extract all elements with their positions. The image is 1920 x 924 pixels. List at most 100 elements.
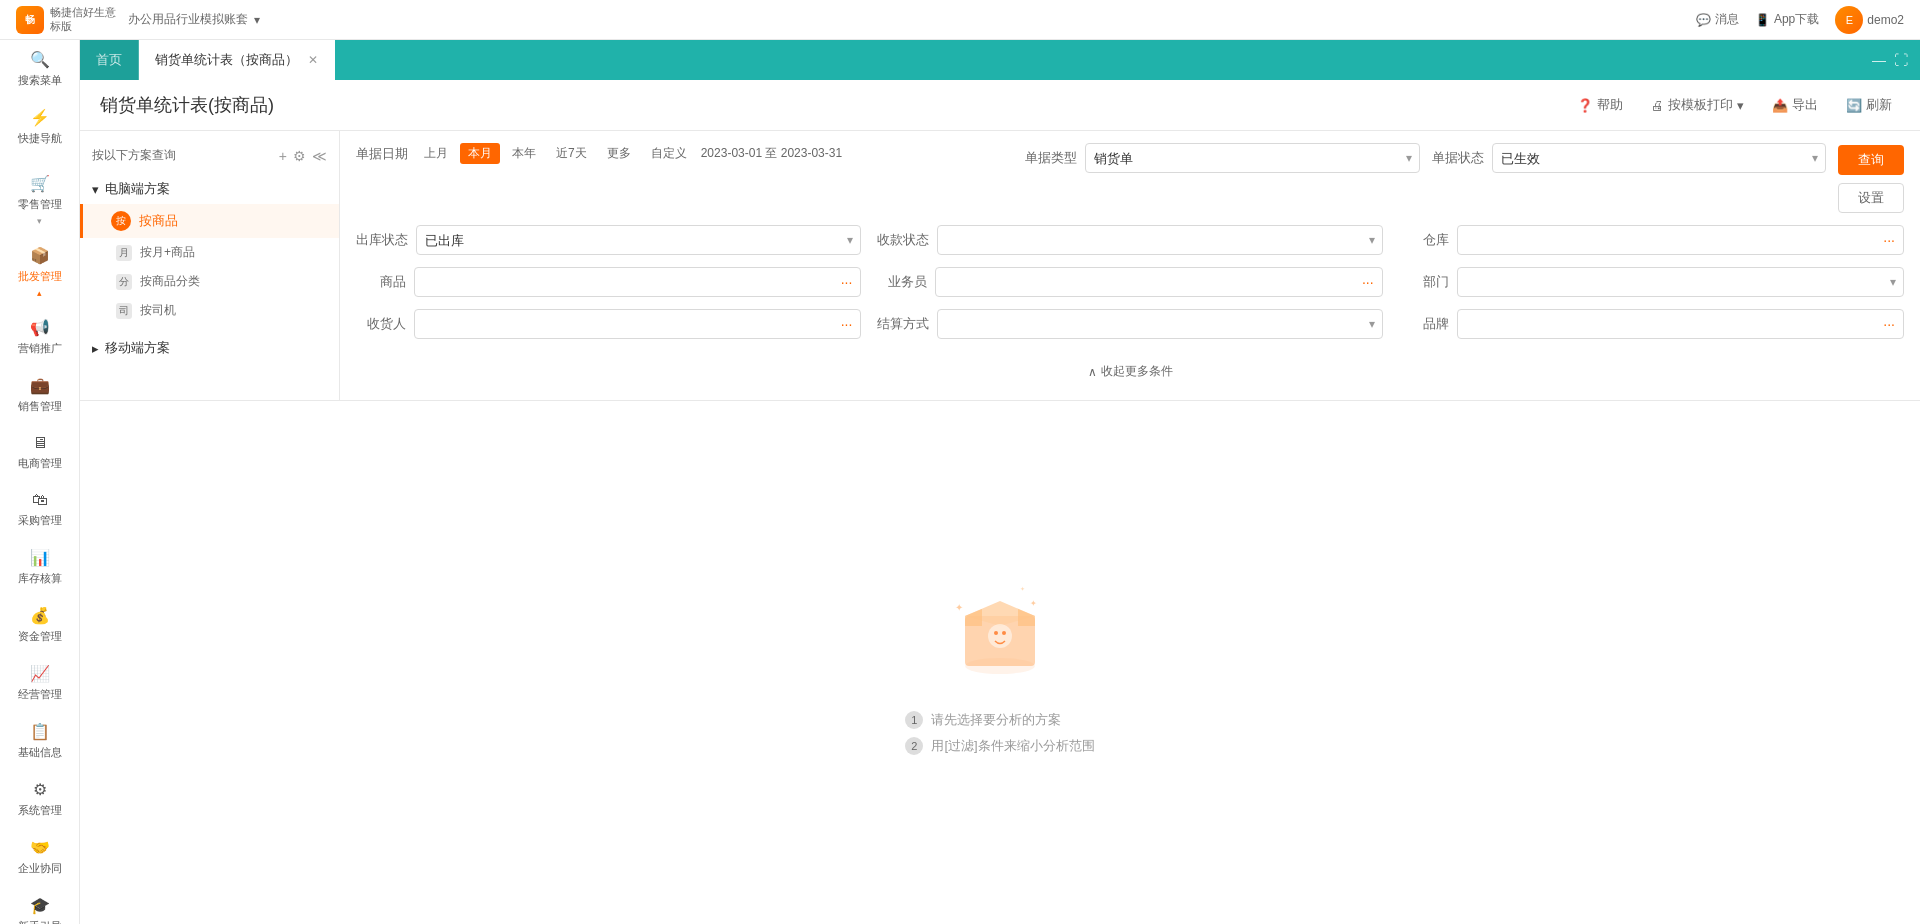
salesperson-control[interactable]: ··· [935,267,1382,297]
sidebar-item-purchase[interactable]: 🛍 采购管理 [0,481,79,538]
tip-text-2: 用[过滤]条件来缩小分析范围 [931,737,1094,755]
breadcrumb-chevron [254,13,260,27]
sidebar-label-sales: 销售管理 [18,399,62,414]
scheme-group-pc-header[interactable]: ▾ 电脑端方案 [80,174,339,204]
sidebar-item-quick[interactable]: ⚡ 快捷导航 [0,98,79,156]
sidebar-item-ecommerce[interactable]: 🖥 电商管理 [0,424,79,481]
sidebar-label-wholesale: 批发管理 [18,269,62,284]
tab-minimize-button[interactable]: — [1872,52,1886,68]
mobile-group-label: 移动端方案 [105,339,170,357]
scheme-sub-item-month-goods[interactable]: 月 按月+商品 [80,238,339,267]
warehouse-control[interactable]: ··· [1457,225,1904,255]
department-select[interactable] [1457,267,1904,297]
scheme-header-text: 按以下方案查询 [92,147,176,164]
header-left: 畅 畅捷信好生意 标版 办公用品行业模拟账套 [16,6,260,34]
out-status-select[interactable]: 已出库 [416,225,861,255]
message-button[interactable]: 💬 消息 [1696,11,1739,28]
date-tab-more[interactable]: 更多 [599,143,639,164]
receiver-label: 收货人 [356,315,406,333]
tab-home[interactable]: 首页 [80,40,139,80]
user-name: demo2 [1867,13,1904,27]
scheme-collapse-button[interactable]: ≪ [312,148,327,164]
payment-status-field: 收款状态 [877,225,1382,255]
out-status-control: 已出库 [416,225,861,255]
goods-dots-icon: ··· [841,274,853,290]
breadcrumb[interactable]: 办公用品行业模拟账套 [128,11,260,28]
scheme-group-mobile-header[interactable]: ▸ 移动端方案 [80,333,339,363]
svg-text:✦: ✦ [955,602,963,613]
collapse-button[interactable]: ∧ 收起更多条件 [1076,359,1185,384]
date-tab-7days[interactable]: 近7天 [548,143,595,164]
date-tab-last-month[interactable]: 上月 [416,143,456,164]
refresh-icon: 🔄 [1846,98,1862,113]
sidebar-item-finance[interactable]: 💰 资金管理 [0,596,79,654]
goods-control[interactable]: ··· [414,267,861,297]
sidebar-label-basic-info: 基础信息 [18,745,62,760]
scheme-sub-label-category: 按商品分类 [140,273,200,290]
date-label: 单据日期 [356,145,408,163]
scheme-sub-item-driver[interactable]: 司 按司机 [80,296,339,325]
message-icon: 💬 [1696,13,1711,27]
page-title: 销货单统计表(按商品) [100,93,274,117]
export-button[interactable]: 📤 导出 [1764,92,1826,118]
date-tab-custom[interactable]: 自定义 [643,143,695,164]
svg-point-6 [994,631,998,635]
logo-area: 畅 畅捷信好生意 标版 [16,6,116,34]
brand-control[interactable]: ··· [1457,309,1904,339]
scheme-settings-button[interactable]: ⚙ [293,148,306,164]
settings-button[interactable]: 设置 [1838,183,1904,213]
search-icon: 🔍 [30,50,50,69]
sidebar-item-operations[interactable]: 📈 经营管理 [0,654,79,712]
sidebar-label-operations: 经营管理 [18,687,62,702]
sidebar-item-wholesale[interactable]: 📦 批发管理 ▴ [0,236,79,308]
empty-tips: 1 请先选择要分析的方案 2 用[过滤]条件来缩小分析范围 [905,711,1094,755]
sidebar-item-cooperation[interactable]: 🤝 企业协同 [0,828,79,886]
print-button[interactable]: 🖨 按模板打印 [1643,92,1752,118]
doc-status-select[interactable]: 已生效 [1492,143,1826,173]
sidebar-item-retail[interactable]: 🛒 零售管理 ▾ [0,164,79,236]
doc-status-label: 单据状态 [1432,149,1484,167]
sidebar-label-finance: 资金管理 [18,629,62,644]
scheme-sub-item-category[interactable]: 分 按商品分类 [80,267,339,296]
svg-text:✦: ✦ [1020,586,1025,592]
sidebar-item-basic-info[interactable]: 📋 基础信息 [0,712,79,770]
date-range: 2023-03-01 至 2023-03-31 [701,145,842,162]
date-tab-this-year[interactable]: 本年 [504,143,544,164]
payment-status-select[interactable] [937,225,1382,255]
warehouse-dots-icon: ··· [1883,232,1895,248]
tab-close-button[interactable]: ✕ [308,53,318,67]
scheme-group-pc: ▾ 电脑端方案 按 按商品 月 按月+商品 [80,170,339,329]
app-download-button[interactable]: 📱 App下载 [1755,11,1819,28]
doc-type-select[interactable]: 销货单 [1085,143,1419,173]
receiver-control[interactable]: ··· [414,309,861,339]
date-tab-this-month[interactable]: 本月 [460,143,500,164]
payment-status-control [937,225,1382,255]
scheme-add-button[interactable]: + [279,148,287,164]
sales-icon: 💼 [30,376,50,395]
home-tab-label: 首页 [96,51,122,69]
refresh-button[interactable]: 🔄 刷新 [1838,92,1900,118]
query-button[interactable]: 查询 [1838,145,1904,175]
sidebar-item-inventory[interactable]: 📊 库存核算 [0,538,79,596]
page-header: 销货单统计表(按商品) ❓ 帮助 🖨 按模板打印 📤 导出 [80,80,1920,131]
tab-maximize-button[interactable]: ⛶ [1894,52,1908,68]
tip-text-1: 请先选择要分析的方案 [931,711,1061,729]
user-area[interactable]: E demo2 [1835,6,1904,34]
payment-status-label: 收款状态 [877,231,929,249]
sidebar-item-system[interactable]: ⚙ 系统管理 [0,770,79,828]
export-icon: 📤 [1772,98,1788,113]
pc-group-chevron: ▾ [92,182,99,197]
sidebar-item-sales[interactable]: 💼 销售管理 [0,366,79,424]
help-button[interactable]: ❓ 帮助 [1569,92,1631,118]
sidebar-item-newbie[interactable]: 🎓 新手引导 [0,886,79,924]
sidebar-item-search[interactable]: 🔍 搜索菜单 [0,40,79,98]
tab-bar: 首页 销货单统计表（按商品） ✕ — ⛶ [80,40,1920,80]
brand-field: 品牌 ··· [1399,309,1904,339]
retail-icon: 🛒 [30,174,50,193]
settlement-select[interactable] [937,309,1382,339]
system-icon: ⚙ [33,780,47,799]
print-icon: 🖨 [1651,98,1664,113]
sidebar-item-marketing[interactable]: 📢 营销推广 [0,308,79,366]
tab-sales-report[interactable]: 销货单统计表（按商品） ✕ [139,40,335,80]
scheme-item-by-goods[interactable]: 按 按商品 [80,204,339,238]
